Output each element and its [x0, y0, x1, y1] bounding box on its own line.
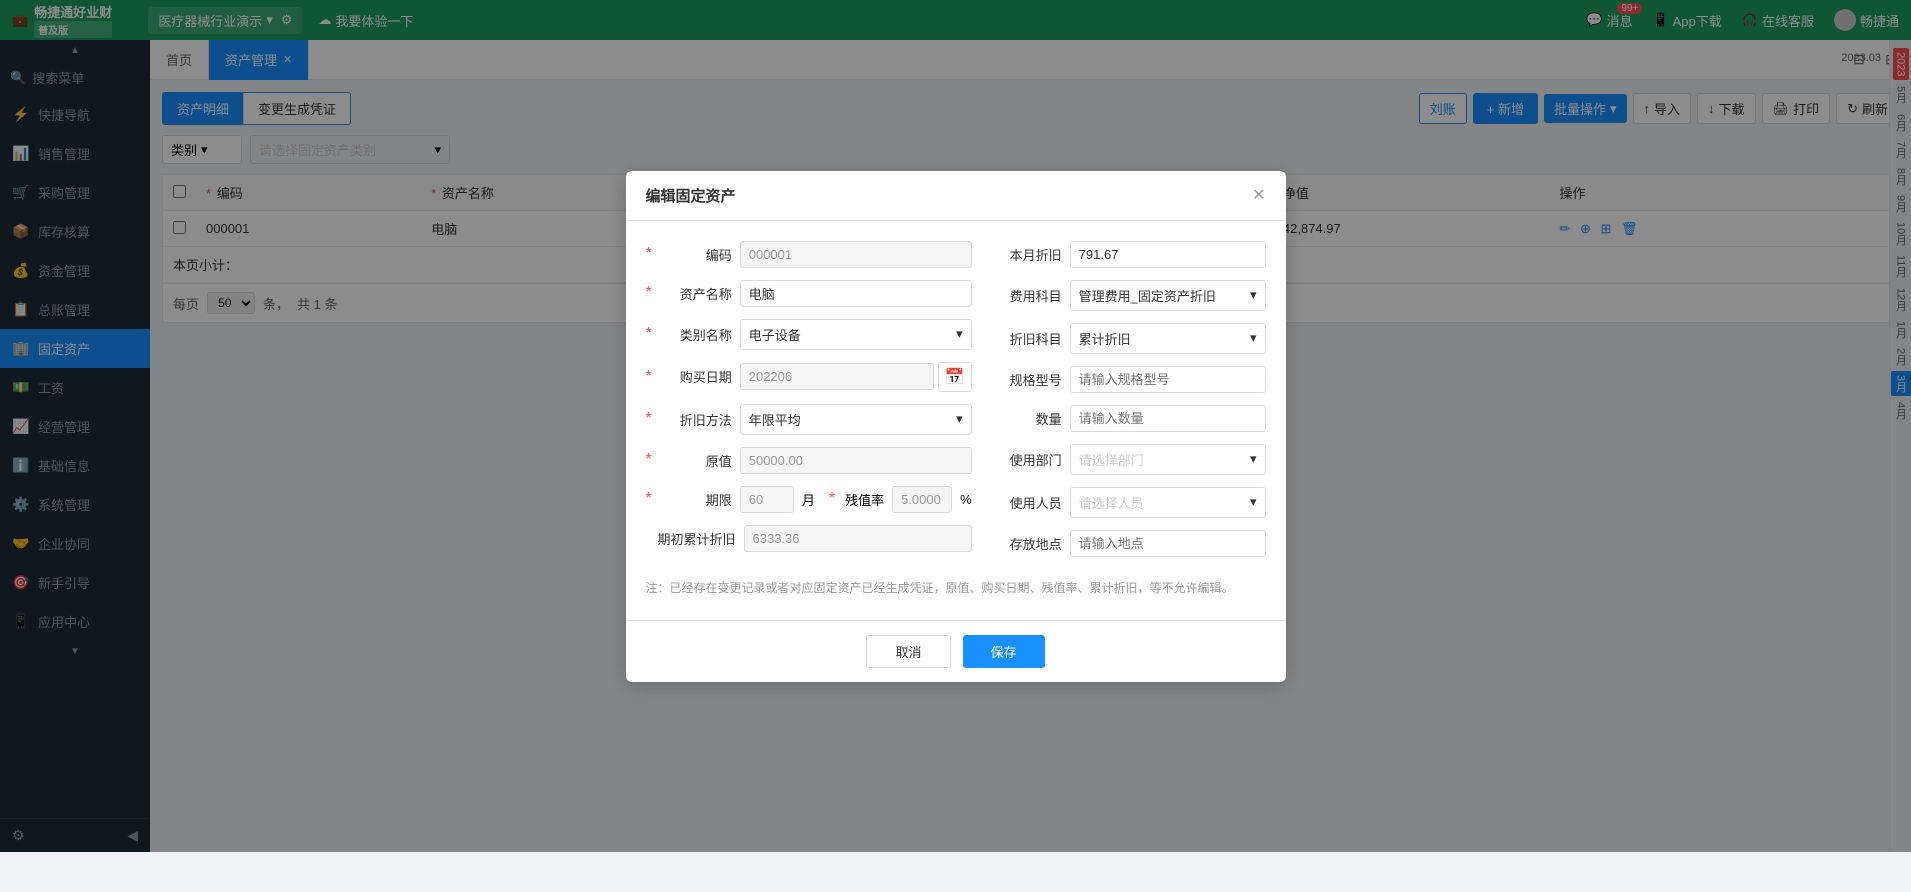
residual-label: 残值率	[845, 490, 884, 509]
user-label: 使用人员	[992, 493, 1062, 512]
form-dep-subject-row: 折旧科目 累计折旧 ▾	[992, 323, 1266, 354]
category-select-value: 电子设备	[749, 325, 801, 344]
form-expense-row: 费用科目 管理费用_固定资产折旧 ▾	[992, 280, 1266, 311]
method-value: 年限平均	[749, 410, 801, 429]
form-period-row: * 期限 月 * 残值率 %	[646, 486, 972, 513]
spec-input[interactable]	[1070, 366, 1266, 393]
location-input[interactable]	[1070, 530, 1266, 557]
quantity-input[interactable]	[1070, 405, 1266, 432]
save-button[interactable]: 保存	[963, 635, 1045, 668]
modal-footer: 取消 保存	[626, 620, 1286, 682]
modal-overlay: 编辑固定资产 ✕ * 编码 * 资产名称	[0, 0, 1911, 852]
name-label: 资产名称	[662, 284, 732, 303]
form-monthly-row: 本月折旧	[992, 241, 1266, 268]
initial-label: 期初累计折旧	[646, 529, 736, 548]
expense-arrow: ▾	[1250, 287, 1257, 303]
residual-unit: %	[960, 492, 972, 507]
residual-required: *	[829, 490, 835, 508]
user-arrow: ▾	[1250, 494, 1257, 510]
date-label: 购买日期	[662, 367, 732, 386]
form-name-row: * 资产名称	[646, 280, 972, 307]
value-required: *	[646, 451, 652, 469]
method-select[interactable]: 年限平均 ▾	[740, 404, 972, 435]
dept-label: 使用部门	[992, 450, 1062, 469]
spec-label: 规格型号	[992, 370, 1062, 389]
calendar-icon[interactable]: 📅	[938, 362, 972, 392]
modal-title: 编辑固定资产	[646, 185, 736, 206]
form-quantity-row: 数量	[992, 405, 1266, 432]
code-required: *	[646, 245, 652, 263]
form-left-col: * 编码 * 资产名称 * 类别名称	[646, 241, 972, 569]
method-required: *	[646, 410, 652, 428]
date-input[interactable]	[740, 363, 934, 390]
edit-asset-modal: 编辑固定资产 ✕ * 编码 * 资产名称	[626, 171, 1286, 682]
form-user-row: 使用人员 请选择人员 ▾	[992, 487, 1266, 518]
category-select-modal[interactable]: 电子设备 ▾	[740, 319, 972, 350]
name-required: *	[646, 284, 652, 302]
period-input[interactable]	[740, 486, 794, 513]
residual-input[interactable]	[892, 486, 952, 513]
dep-subject-label: 折旧科目	[992, 329, 1062, 348]
period-required: *	[646, 490, 652, 508]
modal-close-btn[interactable]: ✕	[1252, 185, 1265, 205]
period-label: 期限	[662, 490, 732, 509]
form-initial-row: 期初累计折旧	[646, 525, 972, 552]
dep-subject-select[interactable]: 累计折旧 ▾	[1070, 323, 1266, 354]
quantity-label: 数量	[992, 409, 1062, 428]
form-category-row: * 类别名称 电子设备 ▾	[646, 319, 972, 350]
dept-arrow: ▾	[1250, 451, 1257, 467]
form-dept-row: 使用部门 请选择部门 ▾	[992, 444, 1266, 475]
monthly-input[interactable]	[1070, 241, 1266, 268]
category-label: 类别名称	[662, 325, 732, 344]
monthly-label: 本月折旧	[992, 245, 1062, 264]
user-placeholder: 请选择人员	[1079, 493, 1144, 512]
code-label: 编码	[662, 245, 732, 264]
form-right-col: 本月折旧 费用科目 管理费用_固定资产折旧 ▾ 折旧科目	[992, 241, 1266, 569]
form-spec-row: 规格型号	[992, 366, 1266, 393]
category-select-arrow: ▾	[956, 326, 963, 342]
location-label: 存放地点	[992, 534, 1062, 553]
period-unit: 月	[802, 490, 815, 509]
form-method-row: * 折旧方法 年限平均 ▾	[646, 404, 972, 435]
expense-label: 费用科目	[992, 286, 1062, 305]
name-input[interactable]	[740, 280, 972, 307]
cancel-label: 取消	[895, 645, 921, 660]
expense-value: 管理费用_固定资产折旧	[1079, 286, 1216, 305]
code-input[interactable]	[740, 241, 972, 268]
category-required: *	[646, 325, 652, 343]
dep-subject-value: 累计折旧	[1079, 329, 1131, 348]
form-date-row: * 购买日期 📅	[646, 362, 972, 392]
dept-placeholder: 请选择部门	[1079, 450, 1144, 469]
form-grid: * 编码 * 资产名称 * 类别名称	[646, 241, 1266, 569]
initial-input[interactable]	[744, 525, 972, 552]
method-label: 折旧方法	[662, 410, 732, 429]
form-code-row: * 编码	[646, 241, 972, 268]
form-location-row: 存放地点	[992, 530, 1266, 557]
method-arrow: ▾	[956, 411, 963, 427]
modal-body: * 编码 * 资产名称 * 类别名称	[626, 221, 1286, 620]
modal-note: 注：已经存在变更记录或者对应固定资产已经生成凭证，原值、购买日期、残值率、累计折…	[646, 569, 1266, 600]
dept-select[interactable]: 请选择部门 ▾	[1070, 444, 1266, 475]
user-select[interactable]: 请选择人员 ▾	[1070, 487, 1266, 518]
value-input[interactable]	[740, 447, 972, 474]
modal-header: 编辑固定资产 ✕	[626, 171, 1286, 221]
save-label: 保存	[991, 645, 1017, 660]
dep-subject-arrow: ▾	[1250, 330, 1257, 346]
date-required: *	[646, 368, 652, 386]
expense-select[interactable]: 管理费用_固定资产折旧 ▾	[1070, 280, 1266, 311]
date-input-group: 📅	[740, 362, 972, 392]
value-label: 原值	[662, 451, 732, 470]
cancel-button[interactable]: 取消	[866, 635, 950, 668]
form-value-row: * 原值	[646, 447, 972, 474]
